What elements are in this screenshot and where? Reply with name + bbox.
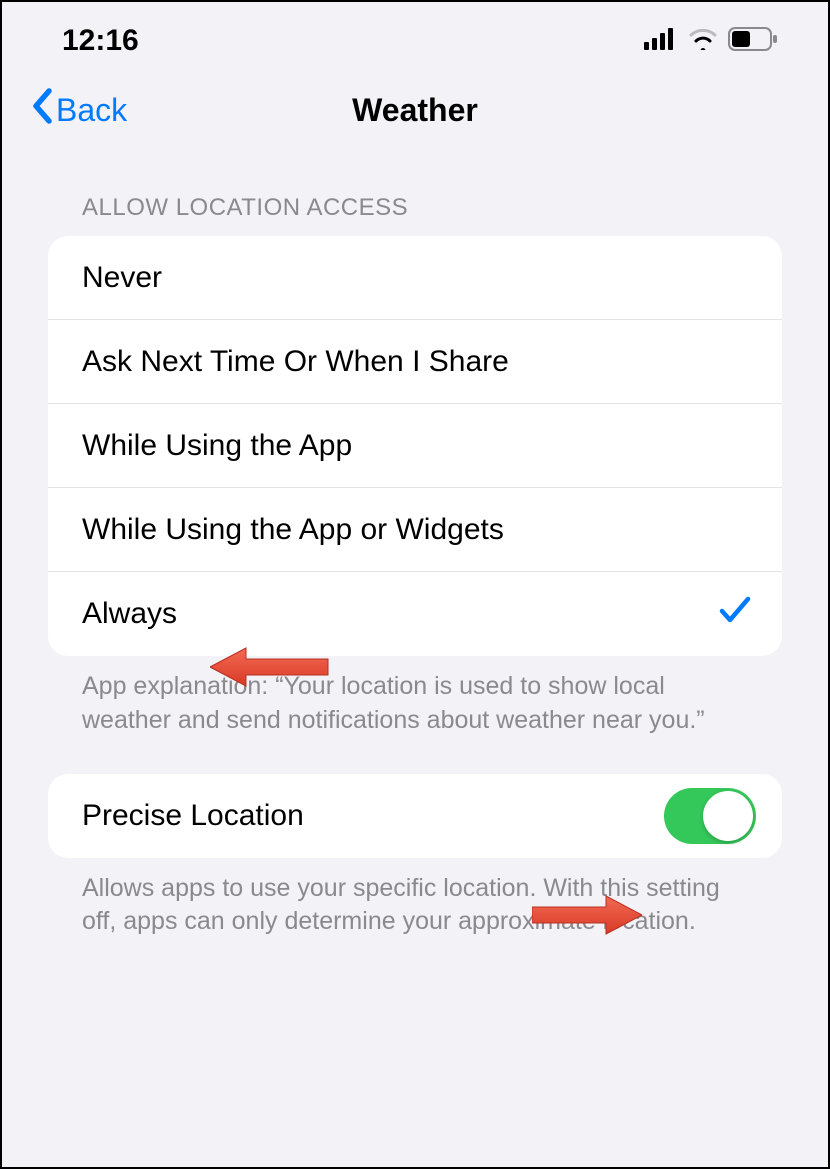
cellular-signal-icon [644, 28, 678, 55]
checkmark-icon [718, 594, 752, 634]
back-label: Back [56, 92, 127, 129]
option-never[interactable]: Never [48, 236, 782, 320]
status-time: 12:16 [62, 24, 139, 58]
option-label: Never [82, 261, 162, 295]
option-ask-next-time[interactable]: Ask Next Time Or When I Share [48, 320, 782, 404]
precise-location-group: Precise Location [48, 774, 782, 858]
option-always[interactable]: Always [48, 572, 782, 656]
location-access-footer: App explanation: “Your location is used … [82, 670, 748, 738]
location-access-options: Never Ask Next Time Or When I Share Whil… [48, 236, 782, 656]
option-label: Always [82, 597, 177, 631]
precise-location-row: Precise Location [48, 774, 782, 858]
wifi-icon [688, 28, 718, 55]
option-label: Ask Next Time Or When I Share [82, 345, 509, 379]
option-while-using-app-or-widgets[interactable]: While Using the App or Widgets [48, 488, 782, 572]
navigation-bar: Back Weather [2, 68, 828, 138]
option-label: While Using the App or Widgets [82, 513, 504, 547]
status-bar: 12:16 [2, 2, 828, 68]
option-while-using-app[interactable]: While Using the App [48, 404, 782, 488]
section-header-location-access: ALLOW LOCATION ACCESS [82, 194, 782, 222]
battery-icon [728, 27, 778, 56]
precise-location-footer: Allows apps to use your specific locatio… [82, 872, 748, 940]
chevron-left-icon [30, 87, 54, 133]
status-icons-group [644, 27, 778, 56]
toggle-knob [703, 791, 753, 841]
option-label: While Using the App [82, 429, 352, 463]
page-title: Weather [352, 92, 478, 129]
precise-location-toggle[interactable] [664, 788, 756, 844]
precise-location-label: Precise Location [82, 799, 304, 833]
back-button[interactable]: Back [30, 87, 127, 133]
